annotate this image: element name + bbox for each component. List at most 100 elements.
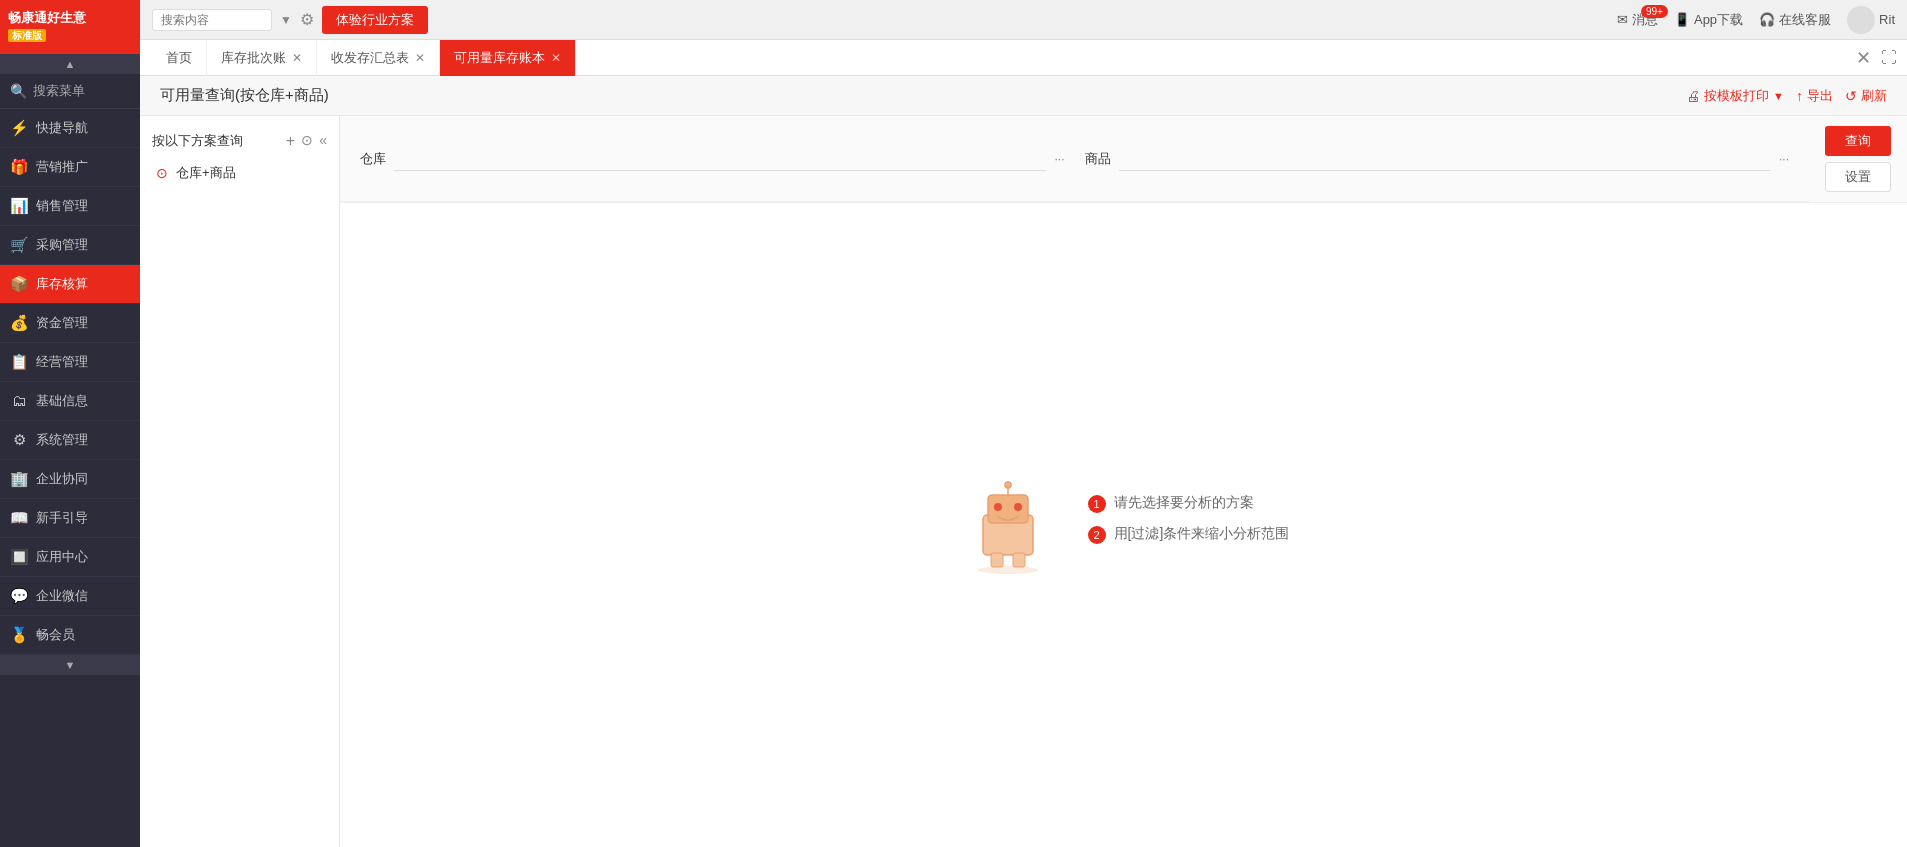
filter-item-icon: ⊙ — [156, 165, 168, 181]
sidebar-item-apps[interactable]: 🔲 应用中心 — [0, 538, 140, 577]
product-input[interactable] — [1119, 147, 1771, 171]
print-label: 按模板打印 — [1704, 87, 1769, 105]
operation-icon: 📋 — [10, 353, 28, 371]
sidebar-label-operation: 经营管理 — [36, 353, 88, 371]
tip-2: 2 用[过滤]条件来缩小分析范围 — [1088, 525, 1290, 544]
warehouse-more[interactable]: ··· — [1054, 152, 1064, 166]
username-label: Rit — [1879, 12, 1895, 27]
refresh-label: 刷新 — [1861, 87, 1887, 105]
product-more[interactable]: ··· — [1779, 152, 1789, 166]
filter-settings-icon[interactable]: ⊙ — [301, 132, 313, 150]
finance-icon: 💰 — [10, 314, 28, 332]
tab-available-ledger-label: 可用量库存账本 — [454, 49, 545, 67]
sidebar-item-base[interactable]: 🗂 基础信息 — [0, 382, 140, 421]
online-service-button[interactable]: 🎧 在线客服 — [1759, 11, 1831, 29]
sidebar-item-marketing[interactable]: 🎁 营销推广 — [0, 148, 140, 187]
messages-button[interactable]: ✉ 消息 99+ — [1617, 11, 1658, 29]
sidebar-item-shortcut[interactable]: ⚡ 快捷导航 — [0, 109, 140, 148]
sidebar-scroll-up[interactable]: ▲ — [0, 54, 140, 74]
sidebar-scroll-down[interactable]: ▼ — [0, 655, 140, 675]
sidebar-item-search[interactable]: 🔍 搜索菜单 — [0, 74, 140, 109]
svg-rect-1 — [988, 495, 1028, 523]
app-download-label: App下载 — [1694, 11, 1743, 29]
phone-icon: 📱 — [1674, 12, 1690, 27]
sidebar-label-system: 系统管理 — [36, 431, 88, 449]
print-chevron[interactable]: ▼ — [1773, 90, 1784, 102]
app-download-button[interactable]: 📱 App下载 — [1674, 11, 1743, 29]
sidebar-label-sales: 销售管理 — [36, 197, 88, 215]
sidebar: 畅康通好生意 标准版 ▲ 🔍 搜索菜单 ⚡ 快捷导航 🎁 营销推广 📊 销售管理… — [0, 0, 140, 847]
export-icon: ↑ — [1796, 88, 1803, 104]
sidebar-label-member: 畅会员 — [36, 626, 75, 644]
warehouse-input[interactable] — [394, 147, 1046, 171]
sales-icon: 📊 — [10, 197, 28, 215]
sidebar-label-inventory: 库存核算 — [36, 275, 88, 293]
filter-item-warehouse-product[interactable]: ⊙ 仓库+商品 — [140, 156, 339, 190]
filter-header-icons: + ⊙ « — [286, 132, 327, 150]
tab-inventory-summary[interactable]: 收发存汇总表 ✕ — [317, 40, 440, 76]
sidebar-item-operation[interactable]: 📋 经营管理 — [0, 343, 140, 382]
print-action[interactable]: 🖨 按模板打印 ▼ — [1686, 87, 1784, 105]
sidebar-logo: 畅康通好生意 标准版 — [0, 0, 140, 54]
page-header-actions: 🖨 按模板打印 ▼ ↑ 导出 ↺ 刷新 — [1686, 87, 1887, 105]
tab-inventory-summary-close[interactable]: ✕ — [415, 51, 425, 65]
query-fields: 仓库 ··· 商品 ··· — [340, 116, 1809, 202]
tab-available-ledger-close[interactable]: ✕ — [551, 51, 561, 65]
sidebar-item-member[interactable]: 🏅 畅会员 — [0, 616, 140, 655]
trial-btn[interactable]: 体验行业方案 — [322, 6, 428, 34]
filter-header: 按以下方案查询 + ⊙ « — [140, 126, 339, 156]
tab-batch-accounts-close[interactable]: ✕ — [292, 51, 302, 65]
query-actions: 查询 设置 — [1809, 116, 1907, 202]
sidebar-item-inventory[interactable]: 📦 库存核算 — [0, 265, 140, 304]
sidebar-label-base: 基础信息 — [36, 392, 88, 410]
apps-icon: 🔲 — [10, 548, 28, 566]
refresh-icon: ↺ — [1845, 88, 1857, 104]
sidebar-item-system[interactable]: ⚙ 系统管理 — [0, 421, 140, 460]
page-header: 可用量查询(按仓库+商品) 🖨 按模板打印 ▼ ↑ 导出 ↺ 刷新 — [140, 76, 1907, 116]
warehouse-label: 仓库 — [360, 150, 386, 168]
search-input[interactable] — [152, 9, 272, 31]
page-title: 可用量查询(按仓库+商品) — [160, 86, 329, 105]
filter-add-icon[interactable]: + — [286, 132, 295, 150]
sidebar-item-finance[interactable]: 💰 资金管理 — [0, 304, 140, 343]
topbar-right: ✉ 消息 99+ 📱 App下载 🎧 在线客服 Rit — [1617, 6, 1895, 34]
tab-home[interactable]: 首页 — [152, 40, 207, 76]
tabbar-close-icon[interactable]: ✕ — [1856, 47, 1871, 69]
member-icon: 🏅 — [10, 626, 28, 644]
topbar: ▼ ⚙ 体验行业方案 ✉ 消息 99+ 📱 App下载 🎧 在线客服 Rit — [140, 0, 1907, 40]
sidebar-label-enterprise: 企业协同 — [36, 470, 88, 488]
sidebar-label-wechat: 企业微信 — [36, 587, 88, 605]
sidebar-item-wechat[interactable]: 💬 企业微信 — [0, 577, 140, 616]
svg-point-8 — [978, 566, 1038, 574]
tabbar-expand-icon[interactable]: ⛶ — [1881, 49, 1897, 67]
system-icon: ⚙ — [10, 431, 28, 449]
filter-collapse-icon[interactable]: « — [319, 132, 327, 150]
tab-batch-accounts[interactable]: 库存批次账 ✕ — [207, 40, 317, 76]
sidebar-item-guide[interactable]: 📖 新手引导 — [0, 499, 140, 538]
sidebar-item-purchase[interactable]: 🛒 采购管理 — [0, 226, 140, 265]
tab-inventory-summary-label: 收发存汇总表 — [331, 49, 409, 67]
sidebar-item-enterprise[interactable]: 🏢 企业协同 — [0, 460, 140, 499]
purchase-icon: 🛒 — [10, 236, 28, 254]
message-bell-icon: ✉ — [1617, 12, 1628, 27]
chevron-down-icon[interactable]: ▼ — [280, 13, 292, 27]
sidebar-item-sales[interactable]: 📊 销售管理 — [0, 187, 140, 226]
user-menu[interactable]: Rit — [1847, 6, 1895, 34]
svg-rect-6 — [991, 553, 1003, 567]
export-label: 导出 — [1807, 87, 1833, 105]
gear-icon[interactable]: ⚙ — [300, 10, 314, 29]
sidebar-label-guide: 新手引导 — [36, 509, 88, 527]
sidebar-label-finance: 资金管理 — [36, 314, 88, 332]
settings-button[interactable]: 设置 — [1825, 162, 1891, 192]
tab-available-ledger[interactable]: 可用量库存账本 ✕ — [440, 40, 576, 76]
svg-point-2 — [994, 503, 1002, 511]
tip-2-text: 用[过滤]条件来缩小分析范围 — [1114, 525, 1290, 543]
export-action[interactable]: ↑ 导出 — [1796, 87, 1833, 105]
refresh-action[interactable]: ↺ 刷新 — [1845, 87, 1887, 105]
tabbar: 首页 库存批次账 ✕ 收发存汇总表 ✕ 可用量库存账本 ✕ ✕ ⛶ — [140, 40, 1907, 76]
svg-rect-7 — [1013, 553, 1025, 567]
query-button[interactable]: 查询 — [1825, 126, 1891, 156]
sidebar-logo-name: 畅康通好生意 — [8, 10, 86, 25]
online-service-label: 在线客服 — [1779, 11, 1831, 29]
guide-icon: 📖 — [10, 509, 28, 527]
